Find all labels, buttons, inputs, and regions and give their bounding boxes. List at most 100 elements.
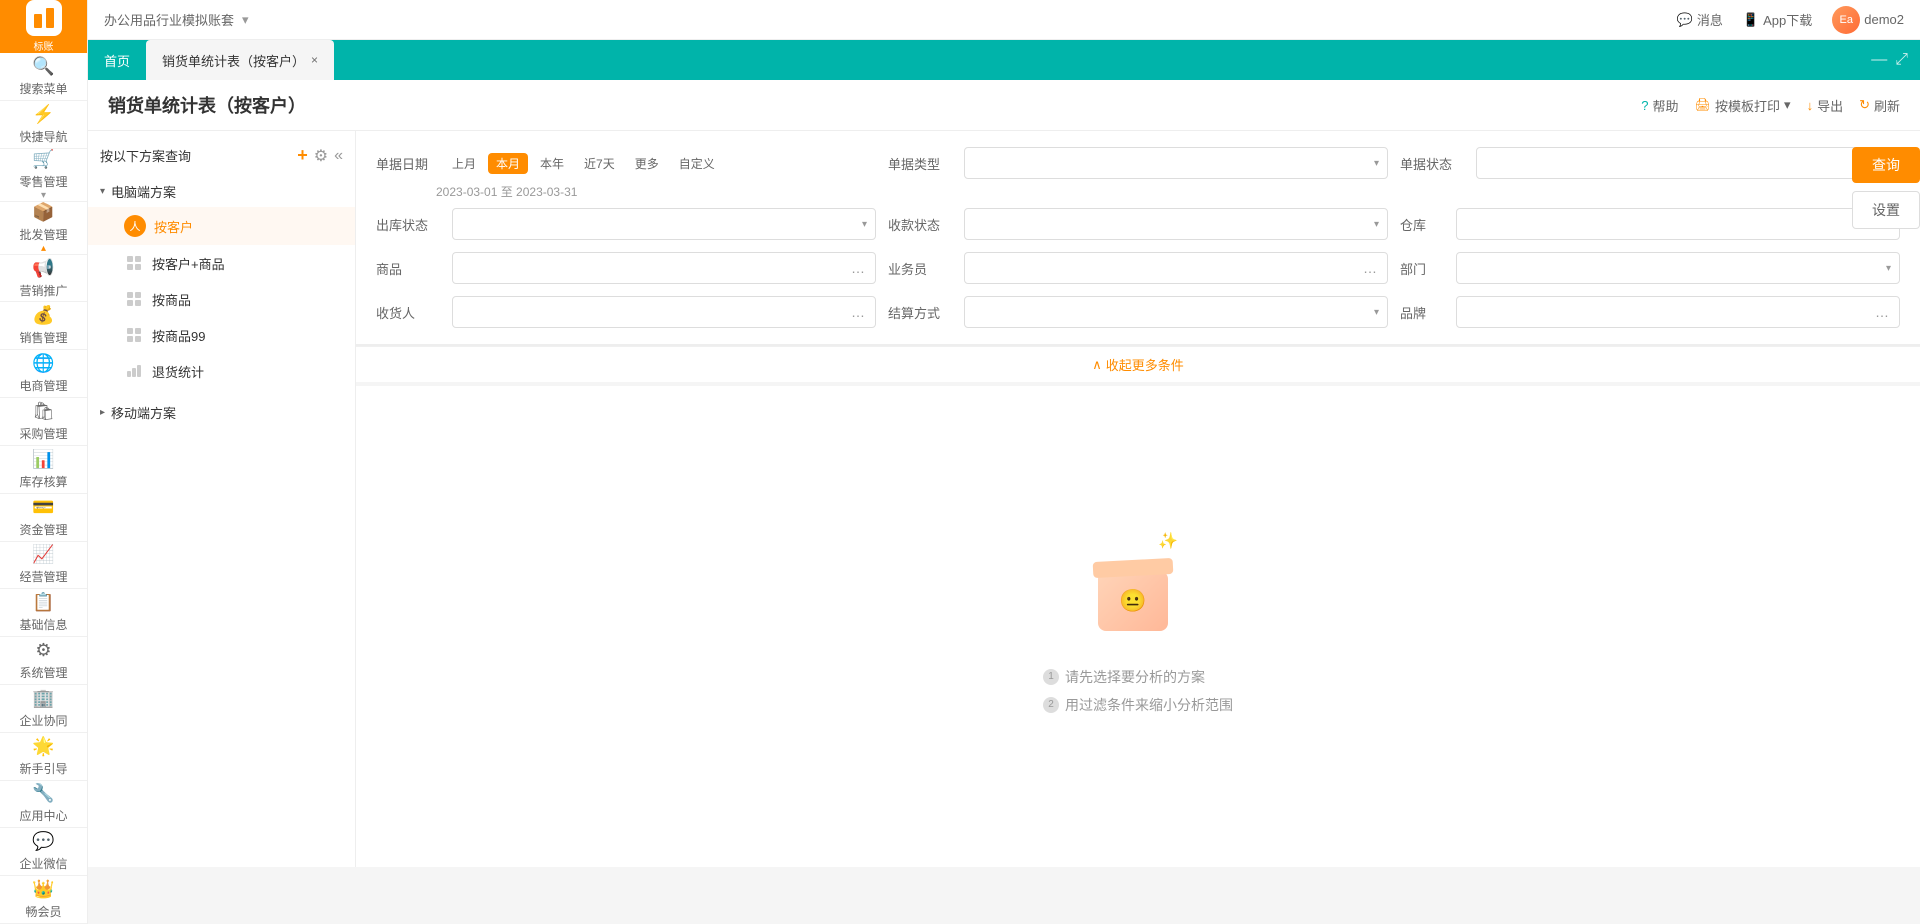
header-left: 办公用品行业模拟账套 ▾ [104, 10, 249, 29]
goods99-icon [124, 325, 144, 345]
sidebar-item-guide[interactable]: 🌟 新手引导 [0, 733, 88, 781]
sidebar-item-enterprise[interactable]: 🏢 企业协同 [0, 685, 88, 733]
payment-input[interactable]: ▾ [964, 208, 1388, 240]
export-button[interactable]: ↓ 导出 [1807, 96, 1844, 115]
receiver-input[interactable]: … [452, 296, 876, 328]
retail-icon: 🛒 [32, 149, 54, 170]
receiver-label: 收货人 [376, 303, 436, 322]
scheme-item-customer[interactable]: 人 按客户 [88, 207, 355, 245]
scheme-group-pc: ▾ 电脑端方案 人 按客户 按客户+商品 [88, 172, 355, 393]
delivery-input[interactable]: ▾ [452, 208, 876, 240]
app-download-button[interactable]: 📱 App下载 [1743, 10, 1812, 29]
scheme-settings-icon[interactable]: ⚙ [314, 146, 328, 166]
date-tab-thisyear[interactable]: 本年 [532, 153, 572, 174]
date-tab-thismonth[interactable]: 本月 [488, 153, 528, 174]
warehouse-input[interactable]: … [1456, 208, 1900, 240]
date-tab-custom[interactable]: 自定义 [671, 153, 723, 174]
sidebar-item-search[interactable]: 🔍 搜索菜单 [0, 53, 88, 101]
sidebar-item-label: 电商管理 [19, 377, 67, 394]
refresh-button[interactable]: ↻ 刷新 [1859, 96, 1900, 115]
tab-minimize-icon[interactable]: — [1871, 51, 1887, 69]
salesperson-label: 业务员 [888, 259, 948, 278]
message-button[interactable]: 💬 消息 [1677, 10, 1723, 29]
customer-icon: 人 [124, 215, 146, 237]
industry-dropdown-icon[interactable]: ▾ [242, 12, 249, 28]
sidebar-item-basic[interactable]: 📋 基础信息 [0, 589, 88, 637]
tab-close-icon[interactable]: × [311, 53, 318, 67]
settlement-input[interactable]: ▾ [964, 296, 1388, 328]
filter-row-1: 单据日期 上月 本月 本年 近7天 更多 自定义 [376, 147, 1900, 179]
department-arrow: ▾ [1886, 263, 1891, 274]
scheme-collapse-icon[interactable]: « [334, 147, 343, 165]
sidebar-item-appcenter[interactable]: 🔧 应用中心 [0, 781, 88, 829]
export-label: 导出 [1817, 96, 1843, 115]
salesperson-input[interactable]: … [964, 252, 1388, 284]
sidebar-item-label: 新手引导 [19, 760, 67, 777]
sidebar-item-purchase[interactable]: 🛍 采购管理 [0, 398, 88, 446]
order-type-label: 单据类型 [888, 154, 948, 173]
main-body: 按以下方案查询 + ⚙ « ▾ 电脑端方案 [88, 131, 1920, 867]
sidebar-item-label: 企业微信 [19, 855, 67, 872]
order-type-input[interactable]: ▾ [964, 147, 1388, 179]
date-tab-more[interactable]: 更多 [627, 153, 667, 174]
user-profile[interactable]: Ea demo2 [1832, 6, 1904, 34]
scheme-group-pc-header[interactable]: ▾ 电脑端方案 [88, 176, 355, 207]
sidebar-item-system[interactable]: ⚙ 系统管理 [0, 637, 88, 685]
department-input[interactable]: ▾ [1456, 252, 1900, 284]
date-range-display: 2023-03-01 至 2023-03-31 [436, 183, 1900, 200]
date-tab-7days[interactable]: 近7天 [576, 153, 623, 174]
help-icon: ? [1641, 98, 1648, 113]
scheme-item-customer-goods[interactable]: 按客户+商品 [88, 245, 355, 281]
sidebar-item-wholesale[interactable]: 📦 批发管理 ▴ [0, 202, 88, 255]
marketing-icon: 📢 [32, 258, 54, 279]
page-title: 销货单统计表（按客户） [108, 92, 306, 118]
settlement-field: 结算方式 ▾ [888, 296, 1388, 328]
payment-arrow: ▾ [1374, 219, 1379, 230]
sidebar-item-marketing[interactable]: 📢 营销推广 [0, 255, 88, 303]
tab-report[interactable]: 销货单统计表（按客户） × [146, 40, 334, 80]
query-button[interactable]: 查询 [1852, 147, 1920, 183]
appcenter-icon: 🔧 [32, 783, 54, 804]
sidebar-item-member[interactable]: 👑 畅会员 [0, 876, 88, 924]
delivery-arrow: ▾ [862, 219, 867, 230]
scheme-group-pc-label: 电脑端方案 [111, 182, 176, 201]
scheme-item-returns[interactable]: 退货统计 [88, 353, 355, 389]
message-label: 消息 [1697, 10, 1723, 29]
system-icon: ⚙ [35, 640, 51, 661]
collapse-bar[interactable]: ∧ 收起更多条件 [356, 346, 1920, 382]
sidebar-item-quicknav[interactable]: ⚡ 快捷导航 [0, 101, 88, 149]
sidebar-item-finance[interactable]: 💳 资金管理 [0, 494, 88, 542]
sidebar-item-inventory[interactable]: 📊 库存核算 [0, 446, 88, 494]
scheme-item-goods[interactable]: 按商品 [88, 281, 355, 317]
help-button[interactable]: ? 帮助 [1641, 96, 1678, 115]
sidebar-item-label: 系统管理 [19, 664, 67, 681]
sidebar-item-ecommerce[interactable]: 🌐 电商管理 [0, 350, 88, 398]
brand-dots: … [1875, 304, 1891, 320]
customer-goods-icon [124, 253, 144, 273]
tab-home[interactable]: 首页 [88, 40, 146, 80]
sidebar: 标账 🔍 搜索菜单 ⚡ 快捷导航 🛒 零售管理 ▾ 📦 批发管理 ▴ 📢 营销推… [0, 0, 88, 924]
chevron-right-icon: ▸ [100, 407, 105, 418]
scheme-group-mobile-header[interactable]: ▸ 移动端方案 [88, 397, 355, 428]
sidebar-item-wechat[interactable]: 💬 企业微信 [0, 828, 88, 876]
goods-input[interactable]: … [452, 252, 876, 284]
order-status-input[interactable]: ▾ [1476, 147, 1900, 179]
app-download-icon: 📱 [1743, 12, 1759, 28]
sidebar-item-operations[interactable]: 📈 经营管理 [0, 542, 88, 590]
scheme-add-icon[interactable]: + [297, 145, 308, 166]
date-tab-lastmonth[interactable]: 上月 [444, 153, 484, 174]
scheme-item-label: 按客户 [154, 217, 193, 236]
chevron-down-icon: ▾ [41, 190, 46, 201]
sidebar-item-retail[interactable]: 🛒 零售管理 ▾ [0, 149, 88, 202]
ecommerce-icon: 🌐 [32, 353, 54, 374]
scheme-item-goods99[interactable]: 按商品99 [88, 317, 355, 353]
sidebar-item-sales[interactable]: 💰 销售管理 [0, 302, 88, 350]
tab-maximize-icon[interactable]: ⤢ [1895, 51, 1908, 69]
print-button[interactable]: 🖨 按模板打印 ▾ [1695, 96, 1791, 115]
hint-num-1: 1 [1043, 669, 1059, 685]
quicknav-icon: ⚡ [32, 104, 54, 125]
department-label: 部门 [1400, 259, 1440, 278]
setting-button[interactable]: 设置 [1852, 191, 1920, 229]
brand-input[interactable]: … [1456, 296, 1900, 328]
sidebar-item-label: 资金管理 [19, 521, 67, 538]
